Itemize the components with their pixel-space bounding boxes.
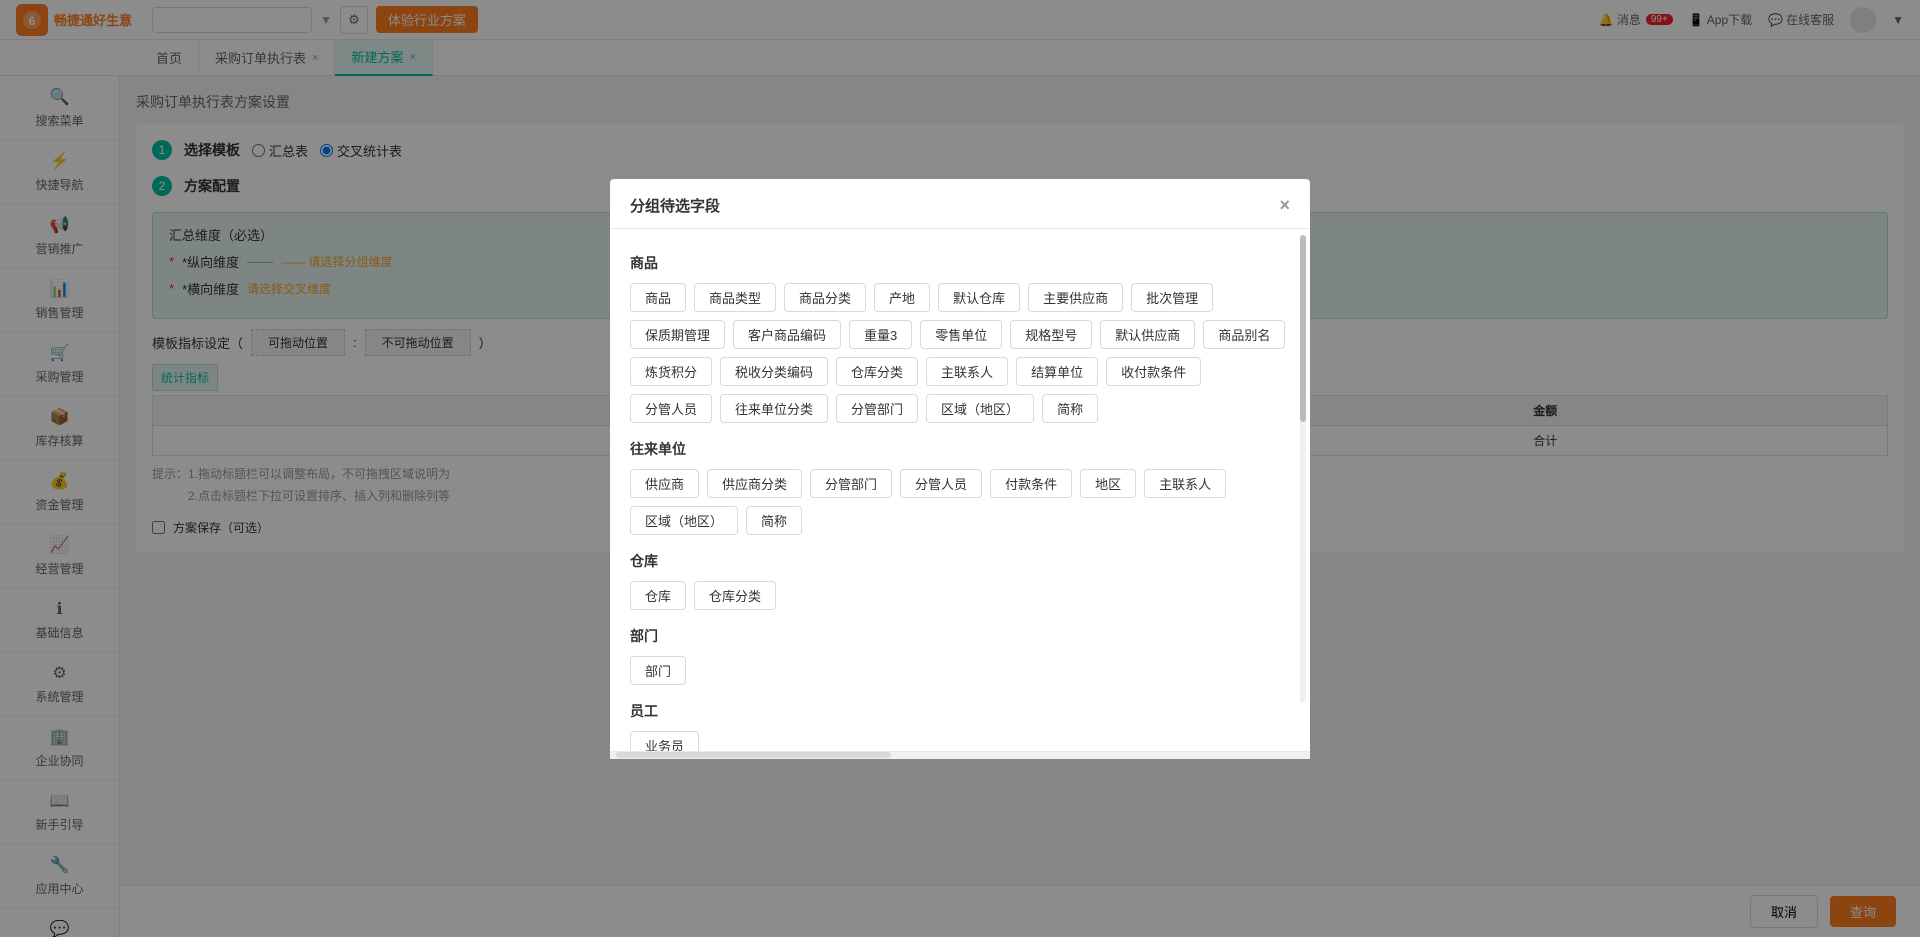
modal-title: 分组待选字段 bbox=[630, 195, 720, 216]
field-customer-code[interactable]: 客户商品编码 bbox=[733, 320, 841, 349]
warehouse-fields: 仓库 仓库分类 bbox=[630, 581, 1290, 610]
modal-vscroll-thumb bbox=[1300, 235, 1306, 422]
field-refine-points[interactable]: 炼货积分 bbox=[630, 357, 712, 386]
modal-vscroll[interactable] bbox=[1300, 235, 1306, 703]
modal-header: 分组待选字段 × bbox=[610, 179, 1310, 229]
field-main-supplier[interactable]: 主要供应商 bbox=[1028, 283, 1123, 312]
modal-overlay: 分组待选字段 × 商品 商品 商品类型 商品分类 产地 默认仓库 主要供应商 批… bbox=[0, 0, 1920, 937]
field-supplier-category[interactable]: 供应商分类 bbox=[707, 469, 802, 498]
modal-hscroll[interactable] bbox=[610, 751, 1310, 759]
field-short-name-product[interactable]: 简称 bbox=[1042, 394, 1098, 423]
field-product-alias[interactable]: 商品别名 bbox=[1203, 320, 1285, 349]
section-title-employee: 员工 bbox=[630, 701, 1290, 721]
section-title-partner: 往来单位 bbox=[630, 439, 1290, 459]
field-main-contact[interactable]: 主联系人 bbox=[926, 357, 1008, 386]
field-weight3[interactable]: 重量3 bbox=[849, 320, 912, 349]
product-fields: 商品 商品类型 商品分类 产地 默认仓库 主要供应商 批次管理 保质期管理 客户… bbox=[630, 283, 1290, 423]
field-tax-code[interactable]: 税收分类编码 bbox=[720, 357, 828, 386]
field-department[interactable]: 部门 bbox=[630, 656, 686, 685]
field-dept[interactable]: 分管部门 bbox=[836, 394, 918, 423]
dept-fields: 部门 bbox=[630, 656, 1290, 685]
field-salesperson[interactable]: 业务员 bbox=[630, 731, 699, 751]
field-product-category[interactable]: 商品分类 bbox=[784, 283, 866, 312]
field-product-type[interactable]: 商品类型 bbox=[694, 283, 776, 312]
field-default-supplier[interactable]: 默认供应商 bbox=[1100, 320, 1195, 349]
field-region-partner[interactable]: 地区 bbox=[1080, 469, 1136, 498]
field-retail-unit[interactable]: 零售单位 bbox=[920, 320, 1002, 349]
employee-fields: 业务员 bbox=[630, 731, 1290, 751]
field-dept-partner[interactable]: 分管部门 bbox=[810, 469, 892, 498]
field-origin[interactable]: 产地 bbox=[874, 283, 930, 312]
field-settlement-unit[interactable]: 结算单位 bbox=[1016, 357, 1098, 386]
field-product[interactable]: 商品 bbox=[630, 283, 686, 312]
field-warehouse-cat[interactable]: 仓库分类 bbox=[694, 581, 776, 610]
field-shelf-life[interactable]: 保质期管理 bbox=[630, 320, 725, 349]
section-title-warehouse: 仓库 bbox=[630, 551, 1290, 571]
modal-hscroll-thumb bbox=[616, 752, 891, 758]
section-title-product: 商品 bbox=[630, 253, 1290, 273]
field-batch-mgmt[interactable]: 批次管理 bbox=[1131, 283, 1213, 312]
field-supervisor[interactable]: 分管人员 bbox=[630, 394, 712, 423]
field-warehouse[interactable]: 仓库 bbox=[630, 581, 686, 610]
field-short-name-partner[interactable]: 简称 bbox=[746, 506, 802, 535]
field-spec-model[interactable]: 规格型号 bbox=[1010, 320, 1092, 349]
field-region-product[interactable]: 区域（地区） bbox=[926, 394, 1034, 423]
modal-close-button[interactable]: × bbox=[1279, 195, 1290, 216]
modal-dialog: 分组待选字段 × 商品 商品 商品类型 商品分类 产地 默认仓库 主要供应商 批… bbox=[610, 179, 1310, 759]
field-partner-category[interactable]: 往来单位分类 bbox=[720, 394, 828, 423]
section-title-dept: 部门 bbox=[630, 626, 1290, 646]
field-main-contact-partner[interactable]: 主联系人 bbox=[1144, 469, 1226, 498]
field-warehouse-category[interactable]: 仓库分类 bbox=[836, 357, 918, 386]
field-supervisor-partner[interactable]: 分管人员 bbox=[900, 469, 982, 498]
field-default-warehouse[interactable]: 默认仓库 bbox=[938, 283, 1020, 312]
field-region2-partner[interactable]: 区域（地区） bbox=[630, 506, 738, 535]
modal-body[interactable]: 商品 商品 商品类型 商品分类 产地 默认仓库 主要供应商 批次管理 保质期管理… bbox=[610, 229, 1310, 751]
field-supplier[interactable]: 供应商 bbox=[630, 469, 699, 498]
field-payment-partner[interactable]: 付款条件 bbox=[990, 469, 1072, 498]
field-payment-terms[interactable]: 收付款条件 bbox=[1106, 357, 1201, 386]
partner-fields: 供应商 供应商分类 分管部门 分管人员 付款条件 地区 主联系人 区域（地区） … bbox=[630, 469, 1290, 535]
